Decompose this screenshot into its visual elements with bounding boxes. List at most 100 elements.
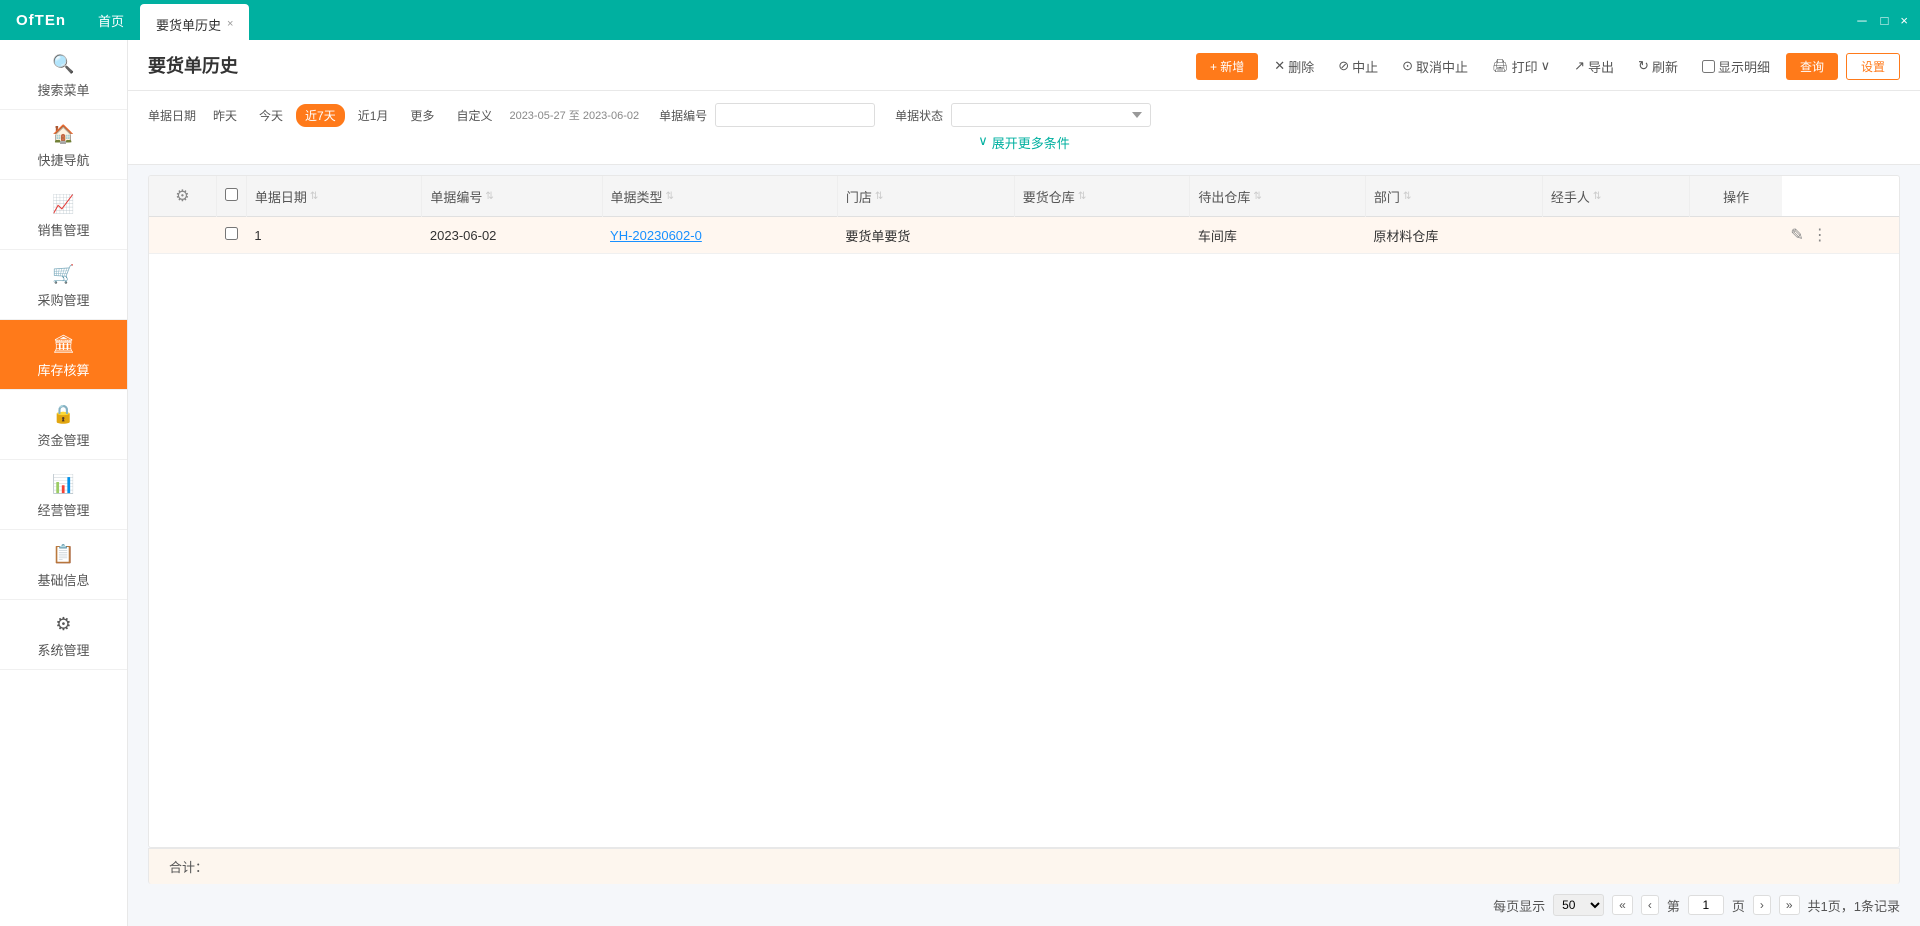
- content-area: 要货单历史 + 新增 ✕ 删除 ⊘ 中止 ⊙ 取消中止: [128, 40, 1920, 926]
- sidebar-item-quick-nav[interactable]: 🏠 快捷导航: [0, 110, 127, 180]
- th-doc-number[interactable]: 单据编号 ⇅: [422, 176, 602, 217]
- show-detail-checkbox[interactable]: [1702, 60, 1715, 73]
- sidebar-item-search-menu[interactable]: 🔍 搜索菜单: [0, 40, 127, 110]
- row-actions-cell: ✎ ⋮: [1782, 217, 1899, 254]
- sort-req-warehouse-icon: ⇅: [1078, 191, 1086, 202]
- doc-number-link[interactable]: YH-20230602-0: [610, 228, 702, 243]
- filter-area: 单据日期 昨天 今天 近7天 近1月 更多 自定义 2023-05-27 至 2…: [128, 91, 1920, 165]
- print-button[interactable]: 🖨 打印 ∨: [1484, 53, 1558, 80]
- date-btn-more[interactable]: 更多: [401, 104, 443, 127]
- sidebar-item-system-mgmt[interactable]: ⚙ 系统管理: [0, 600, 127, 670]
- first-page-btn[interactable]: «: [1612, 895, 1633, 915]
- sort-store-icon: ⇅: [875, 191, 883, 202]
- purchase-icon: 🛒: [52, 264, 74, 285]
- refresh-icon: ↻: [1638, 58, 1649, 74]
- row-more-icon[interactable]: ⋮: [1812, 225, 1828, 245]
- date-btn-7days[interactable]: 近7天: [296, 104, 345, 127]
- date-btn-yesterday[interactable]: 昨天: [204, 104, 246, 127]
- expand-filter-btn[interactable]: ∨ 展开更多条件: [148, 127, 1900, 152]
- data-table: ⚙ 单据日期 ⇅ 单据编号: [149, 176, 1899, 254]
- th-department[interactable]: 部门 ⇅: [1365, 176, 1542, 217]
- row-seq: 1: [246, 217, 422, 254]
- sidebar-item-finance-mgmt[interactable]: 🔒 资金管理: [0, 390, 127, 460]
- row-checkbox[interactable]: [225, 227, 238, 240]
- export-icon: ↗: [1574, 58, 1585, 74]
- show-detail-checkbox-area[interactable]: 显示明细: [1694, 53, 1778, 80]
- row-doc-date: 2023-06-02: [422, 217, 602, 254]
- status-label: 单据状态: [895, 107, 943, 124]
- refresh-button[interactable]: ↻ 刷新: [1630, 53, 1686, 80]
- main-layout: 🔍 搜索菜单 🏠 快捷导航 📈 销售管理 🛒 采购管理 🏛 库存核算 🔒 资金管…: [0, 40, 1920, 926]
- last-page-btn[interactable]: »: [1779, 895, 1800, 915]
- sidebar-item-operations-mgmt[interactable]: 📊 经营管理: [0, 460, 127, 530]
- sidebar-item-sales-mgmt[interactable]: 📈 销售管理: [0, 180, 127, 250]
- close-window-icon[interactable]: ×: [1900, 13, 1908, 28]
- select-all-checkbox[interactable]: [225, 188, 238, 201]
- status-filter-group: 单据状态: [895, 103, 1151, 127]
- cancel-stop-button[interactable]: ⊙ 取消中止: [1394, 53, 1476, 80]
- doc-number-input[interactable]: [715, 103, 875, 127]
- toolbar: + 新增 ✕ 删除 ⊘ 中止 ⊙ 取消中止 🖨 打印: [1196, 53, 1900, 90]
- sort-doc-date-icon: ⇅: [310, 191, 318, 202]
- sidebar-item-basic-info[interactable]: 📋 基础信息: [0, 530, 127, 600]
- table-row: 1 2023-06-02 YH-20230602-0 要货单要货 车间库 原材料…: [149, 217, 1899, 254]
- per-page-label: 每页显示: [1493, 896, 1545, 915]
- th-store[interactable]: 门店 ⇅: [837, 176, 1014, 217]
- page-number-input[interactable]: [1688, 895, 1724, 915]
- pagination-bar: 每页显示 50 20 100 « ‹ 第 页 › » 共1页，1条记录: [128, 884, 1920, 926]
- stop-button[interactable]: ⊘ 中止: [1330, 53, 1386, 80]
- th-checkbox: [216, 176, 246, 217]
- row-checkbox-cell: [216, 217, 246, 254]
- cancel-stop-icon: ⊙: [1402, 58, 1413, 74]
- minimize-icon[interactable]: －: [1856, 11, 1869, 30]
- per-page-select[interactable]: 50 20 100: [1553, 894, 1604, 916]
- row-handler: [1689, 217, 1782, 254]
- new-button[interactable]: + 新增: [1196, 53, 1258, 80]
- date-range-text: 2023-05-27 至 2023-06-02: [509, 107, 639, 123]
- table-footer: 合计：: [148, 848, 1900, 884]
- date-btn-custom[interactable]: 自定义: [447, 104, 501, 127]
- row-edit-icon[interactable]: ✎: [1790, 225, 1803, 245]
- search-menu-icon: 🔍: [52, 54, 74, 75]
- prev-page-btn[interactable]: ‹: [1641, 895, 1659, 915]
- status-select[interactable]: [951, 103, 1151, 127]
- date-filter-group: 单据日期 昨天 今天 近7天 近1月 更多 自定义 2023-05-27 至 2…: [148, 104, 639, 127]
- total-label: 共1页，1条记录: [1808, 896, 1900, 915]
- sort-handler-icon: ⇅: [1593, 191, 1601, 202]
- th-req-warehouse[interactable]: 要货仓库 ⇅: [1014, 176, 1190, 217]
- row-doc-type: 要货单要货: [837, 217, 1014, 254]
- delete-icon: ✕: [1274, 58, 1285, 74]
- settings-button[interactable]: 设置: [1846, 53, 1900, 80]
- delete-button[interactable]: ✕ 删除: [1266, 53, 1322, 80]
- th-doc-date[interactable]: 单据日期 ⇅: [246, 176, 422, 217]
- sales-icon: 📈: [52, 194, 74, 215]
- sort-doc-type-icon: ⇅: [666, 191, 674, 202]
- row-req-warehouse: 车间库: [1190, 217, 1366, 254]
- row-store: [1014, 217, 1190, 254]
- print-chevron-icon: ∨: [1541, 58, 1551, 74]
- export-button[interactable]: ↗ 导出: [1566, 53, 1622, 80]
- th-doc-type[interactable]: 单据类型 ⇅: [602, 176, 837, 217]
- query-button[interactable]: 查询: [1786, 53, 1838, 80]
- date-filter-buttons: 昨天 今天 近7天 近1月 更多 自定义 2023-05-27 至 2023-0…: [204, 104, 639, 127]
- brand-logo: OfTEn: [0, 12, 82, 29]
- page-suffix: 页: [1732, 896, 1745, 915]
- sidebar-item-purchase-mgmt[interactable]: 🛒 采购管理: [0, 250, 127, 320]
- doc-number-label: 单据编号: [659, 107, 707, 124]
- column-settings-icon[interactable]: ⚙: [175, 188, 189, 205]
- next-page-btn[interactable]: ›: [1753, 895, 1771, 915]
- tab-home[interactable]: 首页: [82, 0, 140, 40]
- date-filter-label: 单据日期: [148, 107, 196, 124]
- date-btn-today[interactable]: 今天: [250, 104, 292, 127]
- th-pending-warehouse[interactable]: 待出仓库 ⇅: [1190, 176, 1366, 217]
- maximize-icon[interactable]: □: [1881, 13, 1889, 28]
- tab-close-icon[interactable]: ×: [227, 18, 233, 30]
- table-container: ⚙ 单据日期 ⇅ 单据编号: [148, 175, 1900, 848]
- date-btn-1month[interactable]: 近1月: [349, 104, 398, 127]
- sidebar-item-inventory[interactable]: 🏛 库存核算: [0, 320, 127, 390]
- th-handler[interactable]: 经手人 ⇅: [1542, 176, 1689, 217]
- system-icon: ⚙: [55, 614, 71, 635]
- page-header: 要货单历史 + 新增 ✕ 删除 ⊘ 中止 ⊙ 取消中止: [128, 40, 1920, 91]
- top-bar: OfTEn 首页 要货单历史 × － □ ×: [0, 0, 1920, 40]
- tab-requisition-history[interactable]: 要货单历史 ×: [140, 4, 249, 44]
